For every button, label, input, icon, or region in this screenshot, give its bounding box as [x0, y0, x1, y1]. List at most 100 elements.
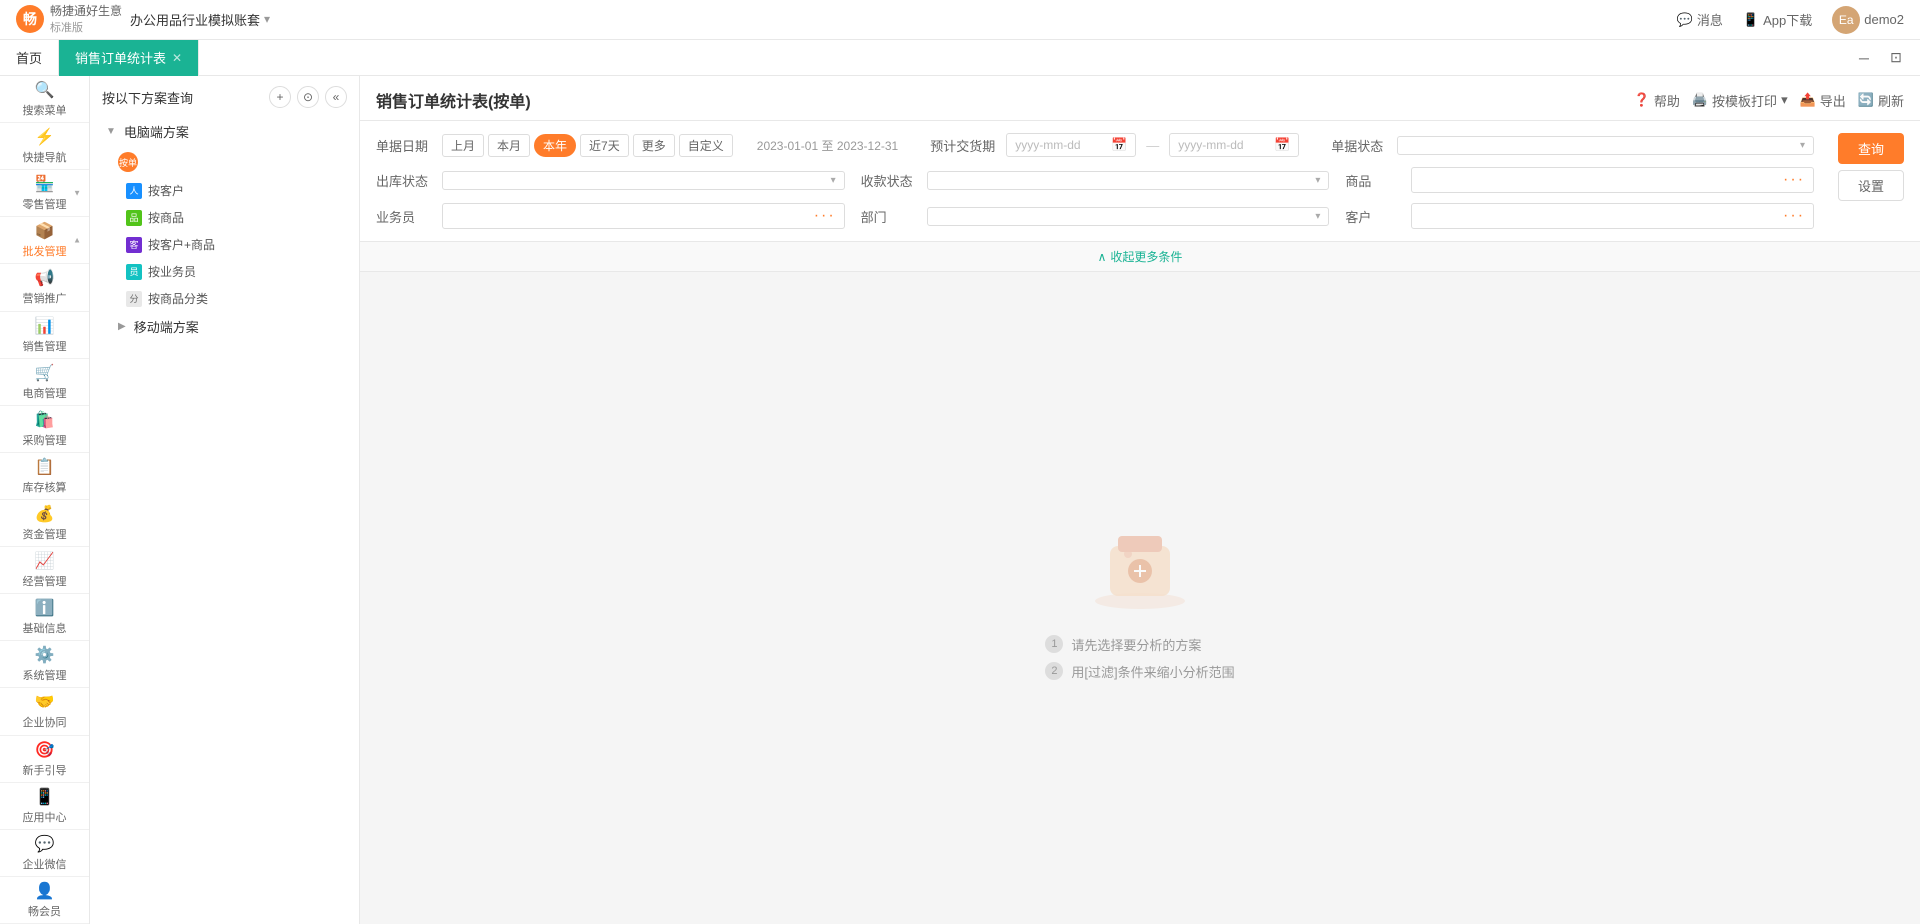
bill-status-select[interactable]: ▾ [1397, 136, 1814, 155]
print-btn[interactable]: 🖨️ 按模板打印 ▾ [1692, 91, 1788, 110]
sidebar-item-quick-nav[interactable]: ⚡ 快捷导航 [0, 123, 89, 170]
collapse-label: 收起更多条件 [1110, 248, 1182, 265]
app-download-btn[interactable]: 📱 App下载 [1743, 10, 1812, 29]
help-btn[interactable]: ❓ 帮助 [1634, 91, 1680, 110]
date-btn-last-7-days[interactable]: 近7天 [580, 134, 629, 157]
department-arrow-icon: ▾ [1315, 211, 1320, 222]
sidebar-item-marketing[interactable]: 📢 营销推广 [0, 264, 89, 311]
sidebar-item-operations-mgmt[interactable]: 📈 经营管理 [0, 547, 89, 594]
ecommerce-mgmt-icon: 🛒 [35, 363, 55, 383]
tab-maximize-btn[interactable]: ⊡ [1884, 46, 1908, 70]
date-range-text: 2023-01-01 至 2023-12-31 [757, 137, 898, 154]
wholesale-mgmt-icon: 📦 [35, 221, 55, 241]
filter-add-btn[interactable]: + [269, 86, 291, 108]
payment-status-select[interactable]: ▾ [927, 171, 1330, 190]
ecommerce-mgmt-label: 电商管理 [23, 385, 67, 401]
sidebar-item-enterprise-collab[interactable]: 🤝 企业协同 [0, 688, 89, 735]
customer-select[interactable]: ··· [1411, 203, 1814, 229]
date-btn-last-month[interactable]: 上月 [442, 134, 484, 157]
tree-item-by-product[interactable]: 品 按商品 [90, 204, 359, 231]
help-icon: ❓ [1634, 92, 1650, 108]
refresh-btn[interactable]: 🔄 刷新 [1858, 91, 1904, 110]
tab-home[interactable]: 首页 [0, 40, 59, 76]
finance-mgmt-icon: 💰 [35, 504, 55, 524]
operations-mgmt-icon: 📈 [35, 551, 55, 571]
delivery-start-placeholder: yyyy-mm-dd [1015, 138, 1080, 152]
tree-item-by-customer[interactable]: 人 按客户 [90, 177, 359, 204]
app-center-icon: 📱 [35, 787, 55, 807]
date-btn-this-year[interactable]: 本年 [534, 134, 576, 157]
date-btn-more[interactable]: 更多 [633, 134, 675, 157]
enterprise-collab-icon: 🤝 [35, 692, 55, 712]
export-btn[interactable]: 📤 导出 [1800, 91, 1846, 110]
sidebar-item-wholesale-mgmt[interactable]: 📦 批发管理 [0, 217, 89, 264]
user-area[interactable]: Ea demo2 [1832, 6, 1904, 34]
page-actions: ❓ 帮助 🖨️ 按模板打印 ▾ 📤 导出 🔄 刷新 [1634, 91, 1904, 110]
empty-tips: 1 请先选择要分析的方案 2 用[过滤]条件来缩小分析范围 [1045, 635, 1234, 681]
date-btn-custom[interactable]: 自定义 [679, 134, 733, 157]
tree-item-by-product-category[interactable]: 分 按商品分类 [90, 285, 359, 312]
message-btn[interactable]: 💬 消息 [1677, 10, 1723, 29]
expected-delivery-item: 预计交货期 yyyy-mm-dd 📅 — yyyy-mm-dd 📅 [930, 133, 1299, 157]
sidebar-item-basic-info[interactable]: ℹ️ 基础信息 [0, 594, 89, 641]
filter-panel-title: 按以下方案查询 [102, 88, 193, 107]
by-customer-product-icon: 客 [126, 237, 142, 253]
tree-item-by-order[interactable]: 按单 [90, 147, 359, 177]
sales-mgmt-label: 销售管理 [23, 338, 67, 354]
bill-date-item: 单据日期 上月 本月 本年 近7天 更多 自定义 [376, 134, 733, 157]
right-action-btns: 查询 设置 [1838, 133, 1904, 201]
filter-collapse-btn[interactable]: « [325, 86, 347, 108]
filter-panel: 按以下方案查询 + ⊙ « ▼ 电脑端方案 按单 人 按客户 [90, 76, 360, 924]
breadcrumb-arrow[interactable]: ▾ [264, 12, 270, 26]
app-download-icon: 📱 [1743, 12, 1759, 28]
finance-mgmt-label: 资金管理 [23, 526, 67, 542]
bill-status-item: 单据状态 ▾ [1331, 136, 1814, 155]
filter-settings-btn[interactable]: ⊙ [297, 86, 319, 108]
collapse-bar[interactable]: ∧ 收起更多条件 [360, 242, 1920, 272]
sidebar-item-finance-mgmt[interactable]: 💰 资金管理 [0, 500, 89, 547]
goods-select[interactable]: ··· [1411, 167, 1814, 193]
query-btn[interactable]: 查询 [1838, 133, 1904, 164]
tab-sales-order-stats[interactable]: 销售订单统计表 ✕ [59, 40, 199, 76]
date-btn-this-month[interactable]: 本月 [488, 134, 530, 157]
sidebar-item-inventory[interactable]: 📋 库存核算 [0, 453, 89, 500]
tree-pc-section[interactable]: ▼ 电脑端方案 [90, 116, 359, 147]
tab-minimize-btn[interactable]: ─ [1852, 46, 1876, 70]
settings-btn[interactable]: 设置 [1838, 170, 1904, 201]
delivery-date-start[interactable]: yyyy-mm-dd 📅 [1006, 133, 1136, 157]
sidebar-item-sales-mgmt[interactable]: 📊 销售管理 [0, 312, 89, 359]
department-select[interactable]: ▾ [927, 207, 1330, 226]
logo-area: 畅 畅捷通好生意 标准版 [16, 4, 122, 34]
sidebar-item-app-center[interactable]: 📱 应用中心 [0, 783, 89, 830]
delivery-date-end[interactable]: yyyy-mm-dd 📅 [1169, 133, 1299, 157]
purchase-mgmt-label: 采购管理 [23, 432, 67, 448]
sidebar-item-system-mgmt[interactable]: ⚙️ 系统管理 [0, 641, 89, 688]
filter-form: 单据日期 上月 本月 本年 近7天 更多 自定义 [360, 121, 1920, 242]
sidebar-item-enterprise-wechat[interactable]: 💬 企业微信 [0, 830, 89, 877]
top-bar-right: 💬 消息 📱 App下载 Ea demo2 [1677, 6, 1904, 34]
logo-sub: 标准版 [50, 19, 122, 35]
by-salesperson-label: 按业务员 [148, 263, 196, 280]
new-guide-label: 新手引导 [23, 762, 67, 778]
sales-mgmt-icon: 📊 [35, 316, 55, 336]
salesperson-select[interactable]: ··· [442, 203, 845, 229]
tree-mobile-section[interactable]: ▶ 移动端方案 [90, 312, 359, 341]
quick-nav-icon: ⚡ [35, 127, 55, 147]
sidebar-item-search-menu[interactable]: 🔍 搜索菜单 [0, 76, 89, 123]
message-label: 消息 [1697, 10, 1723, 29]
sidebar-item-retail-mgmt[interactable]: 🏪 零售管理 [0, 170, 89, 217]
sidebar-item-purchase-mgmt[interactable]: 🛍️ 采购管理 [0, 406, 89, 453]
by-product-icon: 品 [126, 210, 142, 226]
sidebar-item-new-guide[interactable]: 🎯 新手引导 [0, 736, 89, 783]
salesperson-item: 业务员 ··· [376, 203, 845, 229]
date-range-start: 2023-01-01 [757, 139, 818, 153]
tree-item-by-customer-product[interactable]: 客 按客户+商品 [90, 231, 359, 258]
tab-close-icon[interactable]: ✕ [172, 51, 182, 65]
retail-mgmt-label: 零售管理 [23, 196, 67, 212]
bill-status-label: 单据状态 [1331, 136, 1391, 155]
payment-status-arrow-icon: ▾ [1315, 175, 1320, 186]
tree-item-by-salesperson[interactable]: 员 按业务员 [90, 258, 359, 285]
sidebar-item-member[interactable]: 👤 畅会员 [0, 877, 89, 924]
ship-status-select[interactable]: ▾ [442, 171, 845, 190]
sidebar-item-ecommerce-mgmt[interactable]: 🛒 电商管理 [0, 359, 89, 406]
